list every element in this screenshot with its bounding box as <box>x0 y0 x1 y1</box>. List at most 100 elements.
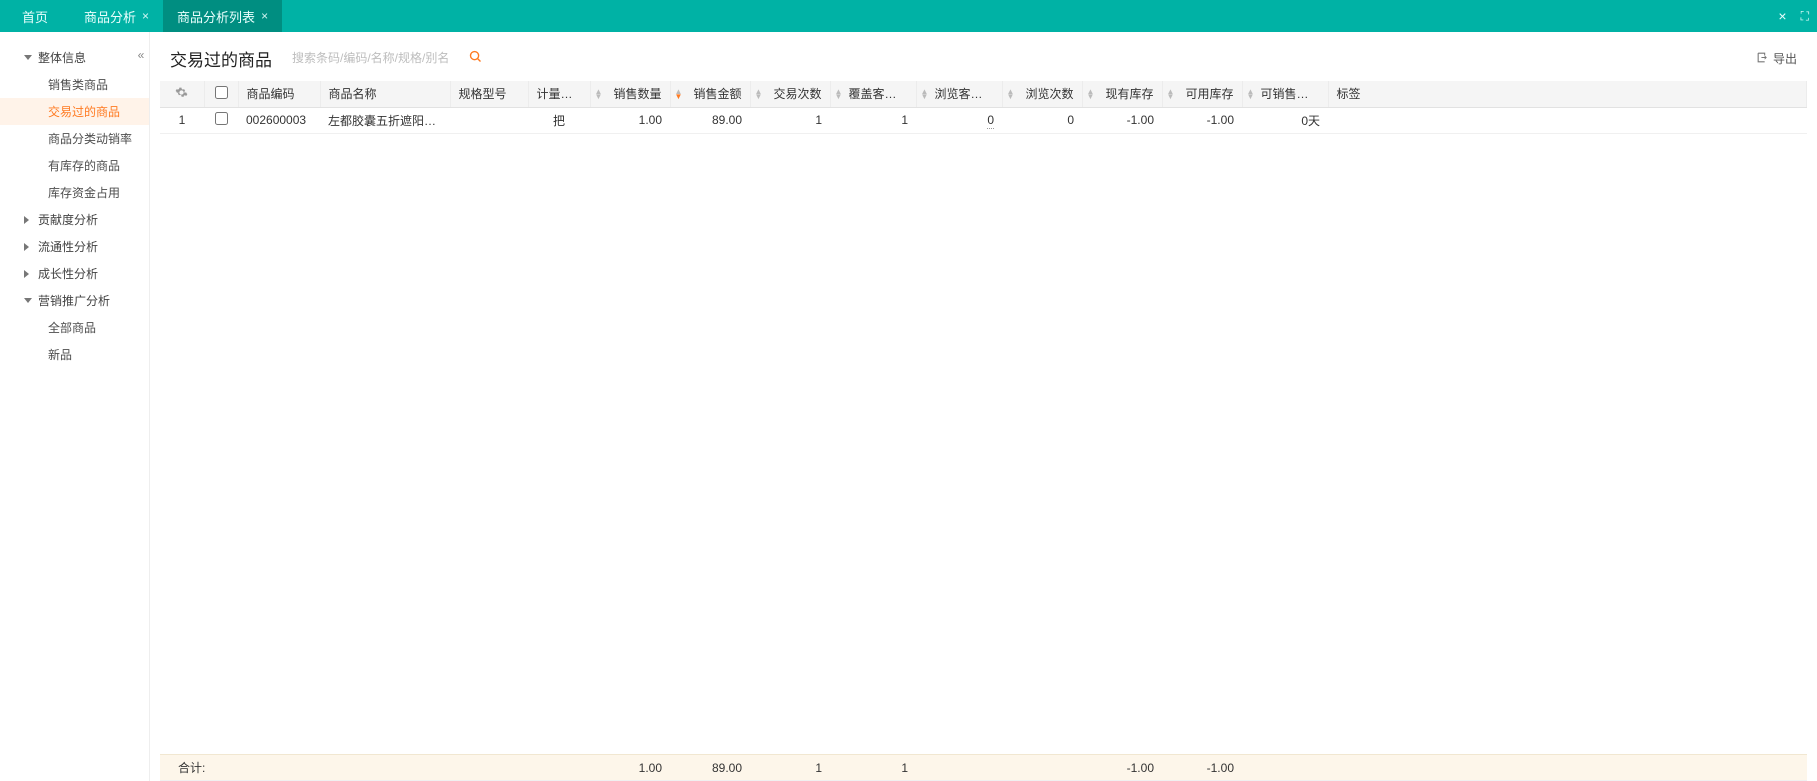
select-all-checkbox[interactable] <box>215 86 228 99</box>
cell-trade-cnt: 1 <box>750 107 830 133</box>
tab-home-label: 首页 <box>22 7 48 26</box>
column-stock-avail[interactable]: ▲▼可用库存 <box>1162 81 1242 107</box>
sidebar-item-label: 交易过的商品 <box>48 105 120 119</box>
totals-sale-amt: 89.00 <box>670 755 750 781</box>
column-tags[interactable]: 标签 <box>1328 81 1807 107</box>
cell-sale-qty: 1.00 <box>590 107 670 133</box>
tab-home[interactable]: 首页 <box>0 0 70 32</box>
sidebar-item-label: 全部商品 <box>48 321 96 335</box>
column-name[interactable]: 商品名称 <box>320 81 450 107</box>
column-label: 覆盖客户数 <box>849 87 909 101</box>
content-header: 交易过的商品 导出 <box>150 32 1817 81</box>
chevron-right-icon <box>24 216 29 224</box>
chevron-right-icon <box>24 270 29 278</box>
totals-stock-avail: -1.00 <box>1162 755 1242 781</box>
sidebar-item-in-stock-products[interactable]: 有库存的商品 <box>0 152 149 179</box>
cell-sale-amt: 89.00 <box>670 107 750 133</box>
cell-tags <box>1328 107 1807 133</box>
cell-checkbox[interactable] <box>204 107 238 133</box>
column-code[interactable]: 商品编码 <box>238 81 320 107</box>
sidebar-item-sales-products[interactable]: 销售类商品 <box>0 71 149 98</box>
cell-view-cust[interactable]: 0 <box>916 107 1002 133</box>
tab-product-analysis-list[interactable]: 商品分析列表 × <box>163 0 282 32</box>
cell-name: 左都胶囊五折遮阳伞防晒伞; <box>320 107 450 133</box>
column-unit[interactable]: 计量单位 <box>528 81 590 107</box>
chevron-down-icon <box>24 55 32 60</box>
column-stock-now[interactable]: ▲▼ 现有库存 <box>1082 81 1162 107</box>
sort-icon: ▲▼ <box>675 89 683 99</box>
export-icon <box>1756 51 1769 67</box>
sidebar-item-all-products[interactable]: 全部商品 <box>0 314 149 341</box>
column-trade-cnt[interactable]: ▲▼交易次数 <box>750 81 830 107</box>
sidebar-group-label: 成长性分析 <box>38 265 98 282</box>
column-label: 规格型号 <box>459 87 507 101</box>
sidebar-group-growth[interactable]: 成长性分析 <box>0 260 149 287</box>
sidebar-item-traded-products[interactable]: 交易过的商品 <box>0 98 149 125</box>
export-button[interactable]: 导出 <box>1756 50 1797 67</box>
column-label: 标签 <box>1337 87 1361 101</box>
sidebar-group-marketing[interactable]: 营销推广分析 <box>0 287 149 314</box>
column-label: 现有库存 <box>1105 87 1153 101</box>
totals-footer: 合计: 1.00 89.00 1 1 -1.00 -1.00 <box>150 754 1817 781</box>
sort-icon: ▲▼ <box>835 89 843 99</box>
fullscreen-icon[interactable]: ⛶ <box>1801 9 1809 24</box>
sort-icon: ▲▼ <box>1007 89 1015 99</box>
close-icon[interactable]: × <box>142 9 149 23</box>
sidebar-item-label: 新品 <box>48 348 72 362</box>
totals-view-cnt <box>1002 755 1082 781</box>
cell-sell-days: 0天 <box>1242 107 1328 133</box>
content-area: 交易过的商品 导出 <box>150 32 1817 781</box>
column-view-cust[interactable]: ▲▼浏览客户数 <box>916 81 1002 107</box>
column-label: 计量单位 <box>537 87 585 101</box>
column-sell-days[interactable]: ▲▼可销售天数 <box>1242 81 1328 107</box>
sidebar-item-stock-capital[interactable]: 库存资金占用 <box>0 179 149 206</box>
column-view-cnt[interactable]: ▲▼浏览次数 <box>1002 81 1082 107</box>
chevron-right-icon <box>24 243 29 251</box>
totals-tags <box>1328 755 1807 781</box>
main-area: « 整体信息 销售类商品 交易过的商品 商品分类动销率 有库存的商品 库存资金占… <box>0 32 1817 781</box>
sidebar-group-circulation[interactable]: 流通性分析 <box>0 233 149 260</box>
row-checkbox[interactable] <box>215 112 228 125</box>
column-settings[interactable] <box>160 81 204 107</box>
sidebar-group-contribution[interactable]: 贡献度分析 <box>0 206 149 233</box>
column-spec[interactable]: 规格型号 <box>450 81 528 107</box>
close-all-icon[interactable]: × <box>1778 8 1786 24</box>
column-sale-qty[interactable]: ▲▼销售数量 <box>590 81 670 107</box>
sidebar-group-label: 流通性分析 <box>38 238 98 255</box>
sidebar-item-category-turnover[interactable]: 商品分类动销率 <box>0 125 149 152</box>
tab-product-analysis[interactable]: 商品分析 × <box>70 0 163 32</box>
sidebar-item-new-products[interactable]: 新品 <box>0 341 149 368</box>
sidebar-group-overall[interactable]: 整体信息 <box>0 44 149 71</box>
column-label: 销售金额 <box>693 87 741 101</box>
products-table: 商品编码 商品名称 规格型号 计量单位 ▲▼销售数量 ▲▼ 销售金额 ▲▼交易次数… <box>160 81 1807 134</box>
search-input[interactable] <box>290 47 460 70</box>
page-title: 交易过的商品 <box>170 46 272 71</box>
table-scroll[interactable]: 商品编码 商品名称 规格型号 计量单位 ▲▼销售数量 ▲▼ 销售金额 ▲▼交易次数… <box>150 81 1817 754</box>
totals-trade-cnt: 1 <box>750 755 830 781</box>
sidebar-item-label: 商品分类动销率 <box>48 132 132 146</box>
top-tab-bar: 首页 商品分析 × 商品分析列表 × × ⛶ <box>0 0 1817 32</box>
sort-icon: ▲▼ <box>1087 89 1095 99</box>
column-checkbox[interactable] <box>204 81 238 107</box>
totals-cover-cust: 1 <box>830 755 916 781</box>
cell-stock-now: -1.00 <box>1082 107 1162 133</box>
column-cover-cust[interactable]: ▲▼ 覆盖客户数 <box>830 81 916 107</box>
table-row[interactable]: 1 002600003 左都胶囊五折遮阳伞防晒伞; 把 1.00 89.00 1… <box>160 107 1807 133</box>
cell-spec <box>450 107 528 133</box>
search-wrap <box>290 47 483 70</box>
sidebar-group-label: 营销推广分析 <box>38 292 110 309</box>
cell-index: 1 <box>160 107 204 133</box>
sort-icon: ▲▼ <box>921 89 929 99</box>
search-icon[interactable] <box>468 49 483 68</box>
sidebar-item-label: 有库存的商品 <box>48 159 120 173</box>
tab-product-analysis-list-label: 商品分析列表 <box>177 7 255 26</box>
sidebar-group-label: 贡献度分析 <box>38 211 98 228</box>
close-icon[interactable]: × <box>261 9 268 23</box>
totals-sale-qty: 1.00 <box>590 755 670 781</box>
cell-cover-cust: 1 <box>830 107 916 133</box>
sort-icon: ▲▼ <box>1167 89 1175 99</box>
column-sale-amt[interactable]: ▲▼ 销售金额 <box>670 81 750 107</box>
tab-product-analysis-label: 商品分析 <box>84 7 136 26</box>
table-header-row: 商品编码 商品名称 规格型号 计量单位 ▲▼销售数量 ▲▼ 销售金额 ▲▼交易次数… <box>160 81 1807 107</box>
cell-view-cnt: 0 <box>1002 107 1082 133</box>
